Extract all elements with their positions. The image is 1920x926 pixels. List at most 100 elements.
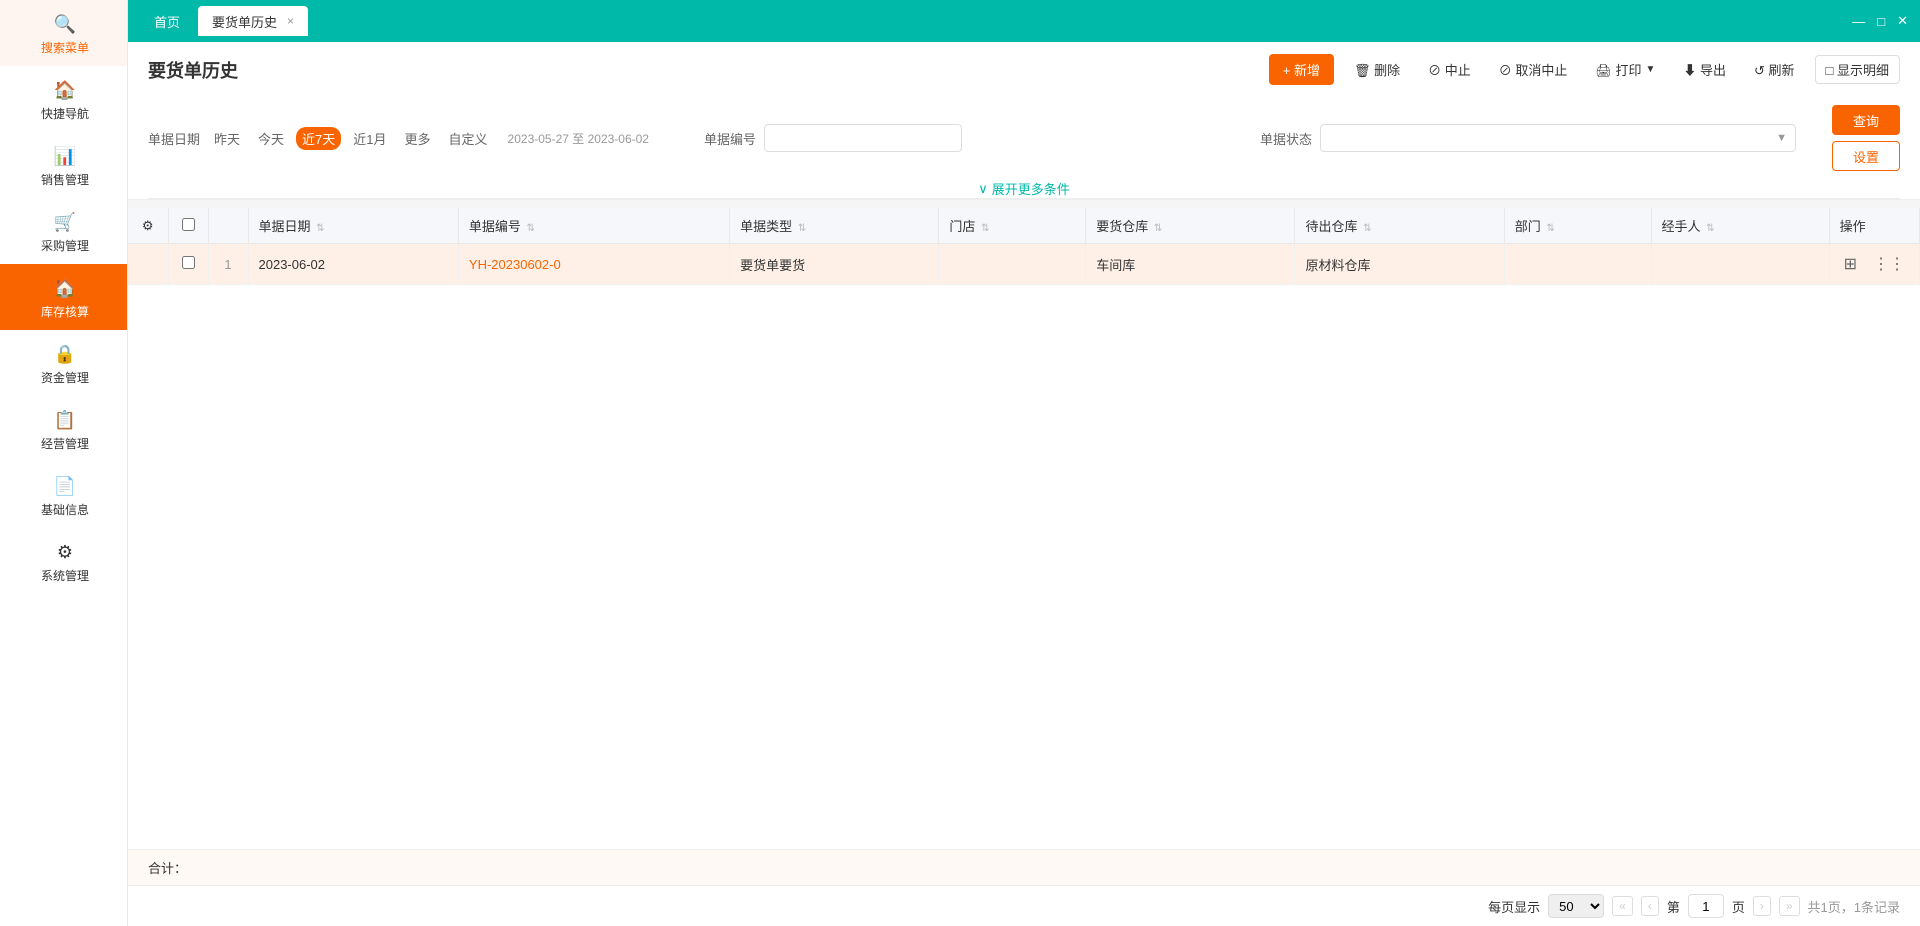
page-size-label: 每页显示 (1488, 897, 1540, 916)
col-store[interactable]: 门店 ⇅ (939, 208, 1086, 244)
row-view-btn[interactable]: ⊞ (1840, 252, 1861, 276)
handler-sort-icon: ⇅ (1706, 223, 1714, 234)
sidebar-item-search[interactable]: 🔍 搜索菜单 (0, 0, 127, 66)
main-area: 首页 要货单历史 × — □ ✕ 要货单历史 + 新增 🗑 删除 ⊘ 中止 ⊘ … (128, 0, 1920, 926)
bill-no-sort-icon: ⇅ (527, 223, 535, 234)
row-bill-no: YH-20230602-0 (458, 244, 729, 285)
topbar-actions: — □ ✕ (1852, 13, 1908, 29)
row-bill-type: 要货单要货 (730, 244, 939, 285)
row-req-warehouse: 车间库 (1086, 244, 1295, 285)
col-department[interactable]: 部门 ⇅ (1504, 208, 1651, 244)
row-checkbox[interactable] (182, 256, 195, 269)
date-filter-group: 单据日期 昨天 今天 近7天 近1月 更多 自定义 2023-05-27 至 2… (148, 127, 684, 150)
status-select[interactable]: ▼ (1320, 124, 1796, 152)
query-button[interactable]: 查询 (1832, 105, 1900, 135)
pagination: 每页显示 50 10 20 100 « ‹ 第 页 › » 共1页，1条记录 (128, 885, 1920, 926)
first-page-btn[interactable]: « (1612, 896, 1633, 916)
sales-icon: 📊 (54, 146, 76, 167)
tab-close-icon[interactable]: × (287, 14, 294, 28)
sidebar-item-finance[interactable]: 🔒 资金管理 (0, 330, 127, 396)
next-page-btn[interactable]: › (1753, 896, 1771, 916)
date-shortcut-more[interactable]: 更多 (399, 127, 437, 150)
select-all-checkbox[interactable] (182, 218, 195, 231)
col-bill-type[interactable]: 单据类型 ⇅ (730, 208, 939, 244)
sidebar-item-label: 销售管理 (41, 171, 89, 188)
date-shortcut-custom[interactable]: 自定义 (443, 127, 494, 150)
sidebar-item-label: 快捷导航 (41, 105, 89, 122)
sidebar: 🔍 搜索菜单 🏠 快捷导航 📊 销售管理 🛒 采购管理 🏠 库存核算 🔒 资金管… (0, 0, 128, 926)
col-handler[interactable]: 经手人 ⇅ (1651, 208, 1829, 244)
filter-row-1: 单据日期 昨天 今天 近7天 近1月 更多 自定义 2023-05-27 至 2… (148, 105, 1900, 171)
refresh-button[interactable]: ↺ 刷新 (1746, 56, 1803, 83)
stop-button[interactable]: ⊘ 中止 (1420, 56, 1479, 83)
sidebar-item-basic-info[interactable]: 📄 基础信息 (0, 462, 127, 528)
data-table: ⚙ 单据日期 ⇅ 单据编号 ⇅ (128, 208, 1920, 285)
tab-active[interactable]: 要货单历史 × (198, 6, 308, 36)
col-date[interactable]: 单据日期 ⇅ (248, 208, 458, 244)
sidebar-item-quick-nav[interactable]: 🏠 快捷导航 (0, 66, 127, 132)
sidebar-item-label: 系统管理 (41, 567, 89, 584)
home-icon: 🏠 (54, 80, 76, 101)
new-button[interactable]: + 新增 (1269, 54, 1334, 85)
sidebar-item-label: 资金管理 (41, 369, 89, 386)
date-shortcut-today[interactable]: 今天 (252, 127, 290, 150)
sidebar-item-system[interactable]: ⚙ 系统管理 (0, 528, 127, 594)
last-page-btn[interactable]: » (1779, 896, 1800, 916)
show-detail-button[interactable]: □ 显示明细 (1815, 55, 1900, 84)
row-store (939, 244, 1086, 285)
page-number-input[interactable] (1688, 894, 1724, 918)
cancel-stop-button[interactable]: ⊘ 取消中止 (1491, 56, 1576, 83)
filter-settings-button[interactable]: 设置 (1832, 141, 1900, 171)
col-bill-no[interactable]: 单据编号 ⇅ (458, 208, 729, 244)
row-more-btn[interactable]: ⋮⋮ (1869, 252, 1909, 276)
print-dropdown-icon: ▼ (1645, 64, 1655, 75)
window-maximize-btn[interactable]: □ (1877, 14, 1885, 29)
summary-bar: 合计： (128, 849, 1920, 885)
sidebar-item-label: 采购管理 (41, 237, 89, 254)
search-menu-icon: 🔍 (54, 14, 76, 35)
filter-area: 单据日期 昨天 今天 近7天 近1月 更多 自定义 2023-05-27 至 2… (148, 95, 1900, 199)
sidebar-item-operations[interactable]: 📋 经营管理 (0, 396, 127, 462)
total-info: 共1页，1条记录 (1808, 897, 1900, 916)
print-button[interactable]: 🖨 打印 ▼ (1587, 56, 1663, 83)
bill-type-sort-icon: ⇅ (798, 223, 806, 234)
page-size-select[interactable]: 50 10 20 100 (1548, 894, 1604, 918)
col-actions: 操作 (1829, 208, 1919, 244)
basic-info-icon: 📄 (54, 476, 76, 497)
window-minimize-btn[interactable]: — (1852, 14, 1865, 29)
sidebar-item-sales[interactable]: 📊 销售管理 (0, 132, 127, 198)
page-of-label: 页 (1732, 897, 1745, 916)
summary-label: 合计： (148, 861, 187, 876)
col-checkbox[interactable] (168, 208, 208, 244)
purchase-icon: 🛒 (54, 212, 76, 233)
col-settings[interactable]: ⚙ (128, 208, 168, 244)
date-filter-label: 单据日期 (148, 129, 200, 148)
content-area: 要货单历史 + 新增 🗑 删除 ⊘ 中止 ⊘ 取消中止 🖨 打印 ▼ ⬇ 导出 … (128, 42, 1920, 926)
bill-no-link[interactable]: YH-20230602-0 (469, 257, 561, 272)
expand-more-btn[interactable]: ∨ 展开更多条件 (148, 179, 1900, 198)
tab-home[interactable]: 首页 (140, 6, 194, 36)
date-shortcut-1month[interactable]: 近1月 (347, 127, 392, 150)
filter-actions: 查询 设置 (1832, 105, 1900, 171)
sidebar-item-label: 基础信息 (41, 501, 89, 518)
date-shortcut-yesterday[interactable]: 昨天 (208, 127, 246, 150)
row-pending-warehouse: 原材料仓库 (1295, 244, 1504, 285)
table-row: 1 2023-06-02 YH-20230602-0 要货单要货 车间库 原材料… (128, 244, 1920, 285)
sidebar-item-inventory[interactable]: 🏠 库存核算 (0, 264, 127, 330)
col-req-warehouse[interactable]: 要货仓库 ⇅ (1086, 208, 1295, 244)
operations-icon: 📋 (54, 410, 76, 431)
row-actions: ⊞ ⋮⋮ (1829, 244, 1919, 285)
page-label: 第 (1667, 897, 1680, 916)
sidebar-item-purchase[interactable]: 🛒 采购管理 (0, 198, 127, 264)
bill-no-input[interactable] (764, 124, 962, 152)
page-title-row: 要货单历史 + 新增 🗑 删除 ⊘ 中止 ⊘ 取消中止 🖨 打印 ▼ ⬇ 导出 … (148, 54, 1900, 85)
sidebar-item-label: 搜索菜单 (41, 39, 89, 56)
col-pending-warehouse[interactable]: 待出仓库 ⇅ (1295, 208, 1504, 244)
window-close-btn[interactable]: ✕ (1897, 13, 1908, 29)
row-checkbox-cell[interactable] (168, 244, 208, 285)
status-dropdown-icon: ▼ (1776, 132, 1787, 144)
export-button[interactable]: ⬇ 导出 (1675, 56, 1734, 83)
delete-button[interactable]: 🗑 删除 (1346, 56, 1408, 83)
prev-page-btn[interactable]: ‹ (1641, 896, 1659, 916)
date-shortcut-7days[interactable]: 近7天 (296, 127, 341, 150)
